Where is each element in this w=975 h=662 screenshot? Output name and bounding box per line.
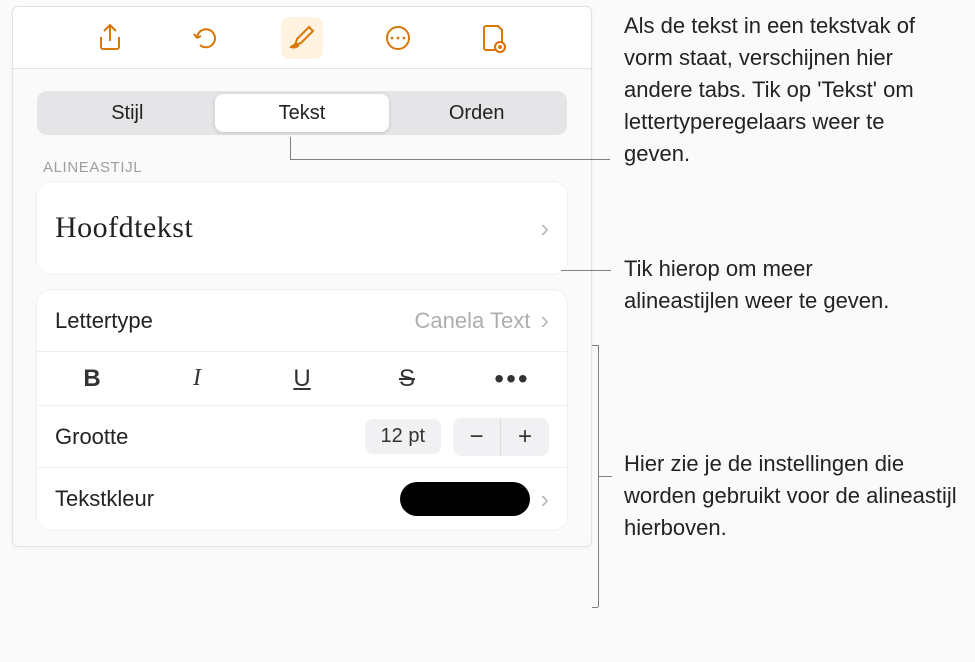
format-buttons-row: B I U S ••• [37, 352, 567, 406]
ellipsis-icon [383, 23, 413, 53]
size-decrement-button[interactable]: − [453, 418, 501, 456]
text-color-swatch[interactable] [400, 482, 530, 516]
text-color-row[interactable]: Tekstkleur › [37, 468, 567, 530]
callout-connector [561, 270, 611, 271]
paintbrush-icon [287, 23, 317, 53]
callout-1-text: Als de tekst in een tekstvak of vorm sta… [624, 10, 954, 169]
undo-button[interactable] [185, 17, 227, 59]
document-menu-button[interactable] [473, 17, 515, 59]
tab-text[interactable]: Tekst [215, 94, 390, 132]
size-row: Grootte 12 pt − + [37, 406, 567, 468]
tab-style[interactable]: Stijl [40, 94, 215, 132]
callout-2-text: Tik hierop om meer alineastijlen weer te… [624, 253, 924, 317]
italic-button[interactable]: I [162, 365, 232, 392]
chevron-right-icon: › [540, 213, 549, 244]
size-value[interactable]: 12 pt [365, 419, 441, 454]
font-row[interactable]: Lettertype Canela Text › [37, 290, 567, 352]
strikethrough-button[interactable]: S [372, 365, 442, 393]
text-settings-card: Lettertype Canela Text › B I U S ••• Gro… [37, 290, 567, 530]
callout-bracket [592, 607, 598, 608]
chevron-right-icon: › [540, 484, 549, 515]
format-panel: Stijl Tekst Orden ALINEASTIJL Hoofdtekst… [12, 6, 592, 547]
undo-icon [191, 23, 221, 53]
share-icon [97, 23, 123, 53]
paragraph-style-card[interactable]: Hoofdtekst › [37, 182, 567, 274]
callout-connector [290, 137, 291, 159]
size-increment-button[interactable]: + [501, 418, 549, 456]
size-label: Grootte [55, 424, 128, 450]
top-toolbar [13, 7, 591, 69]
underline-button[interactable]: U [267, 365, 337, 393]
callout-bracket [592, 345, 598, 346]
callout-connector [290, 159, 610, 160]
font-value: Canela Text [415, 308, 531, 334]
font-label: Lettertype [55, 308, 153, 334]
more-button[interactable] [377, 17, 419, 59]
paragraph-style-section-label: ALINEASTIJL [43, 159, 561, 176]
more-format-button[interactable]: ••• [477, 363, 547, 395]
size-stepper: − + [453, 418, 549, 456]
callout-3-text: Hier zie je de instellingen die worden g… [624, 448, 964, 544]
chevron-right-icon: › [540, 305, 549, 336]
bold-button[interactable]: B [57, 365, 127, 393]
inspector-tabs[interactable]: Stijl Tekst Orden [37, 91, 567, 135]
document-menu-icon [481, 23, 507, 53]
format-button[interactable] [281, 17, 323, 59]
text-color-label: Tekstkleur [55, 486, 154, 512]
paragraph-style-name: Hoofdtekst [55, 211, 193, 245]
tab-arrange[interactable]: Orden [389, 94, 564, 132]
callout-connector [598, 476, 612, 477]
share-button[interactable] [89, 17, 131, 59]
